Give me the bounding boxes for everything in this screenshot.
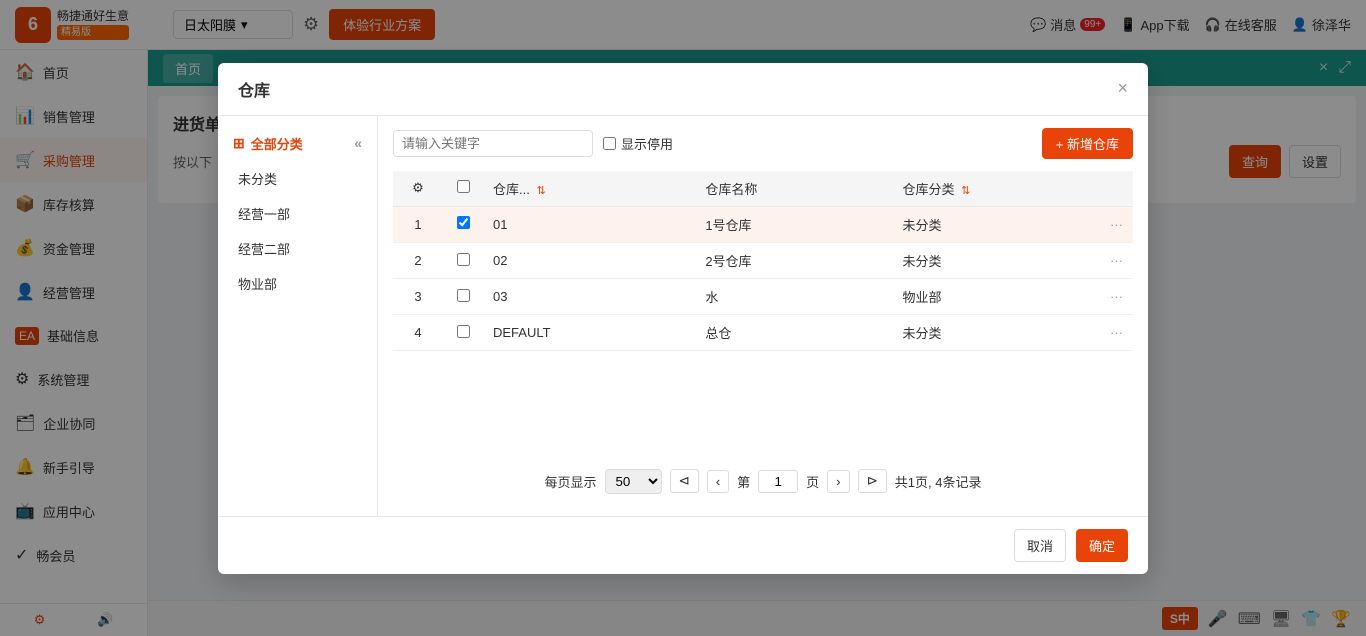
category-item-op2[interactable]: 经营二部 <box>218 231 377 266</box>
row-category: 物业部 ··· <box>892 279 1133 315</box>
row-index: 2 <box>393 243 443 279</box>
row-actions[interactable]: ··· <box>1110 217 1123 232</box>
row-code: DEFAULT <box>483 315 695 351</box>
prev-page-button[interactable]: ‹ <box>707 470 729 493</box>
category-sidebar: ⊞ 全部分类 « 未分类 经营一部 经营二部 物业部 <box>218 116 378 516</box>
category-item-property[interactable]: 物业部 <box>218 266 377 301</box>
next-page-button[interactable]: › <box>827 470 849 493</box>
sort-category-icon: ⇅ <box>961 185 970 197</box>
row-code: 01 <box>483 206 695 243</box>
row-checkbox[interactable] <box>443 279 483 315</box>
col-checkbox <box>443 171 483 207</box>
row-checkbox-input[interactable] <box>457 253 470 266</box>
modal-footer: 取消 确定 <box>218 516 1148 574</box>
row-index: 4 <box>393 315 443 351</box>
row-actions[interactable]: ··· <box>1110 325 1123 340</box>
category-item-op1[interactable]: 经营一部 <box>218 196 377 231</box>
table-row[interactable]: 4 DEFAULT 总仓 未分类 ··· <box>393 315 1133 351</box>
warehouse-table: ⚙ 仓库... ⇅ 仓库名称 <box>393 171 1133 352</box>
table-row[interactable]: 2 02 2号仓库 未分类 ··· <box>393 243 1133 279</box>
search-input[interactable] <box>394 131 586 156</box>
row-name: 水 <box>695 279 892 315</box>
row-checkbox[interactable] <box>443 243 483 279</box>
confirm-button[interactable]: 确定 <box>1076 529 1128 562</box>
table-toolbar: 🔍 显示停用 + 新增仓库 <box>393 128 1133 159</box>
collapse-icon[interactable]: « <box>354 135 362 151</box>
table-area: 🔍 显示停用 + 新增仓库 ⚙ <box>378 116 1148 516</box>
pagination: 每页显示 50 100 200 ⊲ ‹ 第 页 › ⊳ 共1页, 4条记录 <box>393 459 1133 504</box>
row-category: 未分类 ··· <box>892 243 1133 279</box>
select-all-checkbox[interactable] <box>457 180 470 193</box>
all-categories-item[interactable]: ⊞ 全部分类 « <box>218 126 377 161</box>
row-checkbox[interactable] <box>443 315 483 351</box>
row-code: 02 <box>483 243 695 279</box>
add-warehouse-button[interactable]: + 新增仓库 <box>1042 128 1133 159</box>
row-code: 03 <box>483 279 695 315</box>
show-disabled-checkbox-label[interactable]: 显示停用 <box>603 134 673 153</box>
table-row[interactable]: 3 03 水 物业部 ··· <box>393 279 1133 315</box>
first-page-button[interactable]: ⊲ <box>670 469 699 493</box>
modal-header: 仓库 × <box>218 63 1148 116</box>
table-row[interactable]: 1 01 1号仓库 未分类 ··· <box>393 206 1133 243</box>
row-index: 3 <box>393 279 443 315</box>
modal-overlay: 仓库 × ⊞ 全部分类 « 未分类 经营一部 经营二部 <box>0 0 1366 636</box>
row-checkbox-input[interactable] <box>457 216 470 229</box>
row-actions[interactable]: ··· <box>1110 289 1123 304</box>
page-label: 第 <box>737 472 750 491</box>
settings-col-icon[interactable]: ⚙ <box>412 180 424 195</box>
modal-body: ⊞ 全部分类 « 未分类 经营一部 经营二部 物业部 <box>218 116 1148 516</box>
row-name: 1号仓库 <box>695 206 892 243</box>
row-category: 未分类 ··· <box>892 207 1133 243</box>
search-box: 🔍 <box>393 130 593 157</box>
grid-icon: ⊞ <box>233 135 245 152</box>
col-category[interactable]: 仓库分类 ⇅ <box>892 171 1133 207</box>
row-name: 2号仓库 <box>695 243 892 279</box>
last-page-button[interactable]: ⊳ <box>858 469 887 493</box>
search-icon[interactable]: 🔍 <box>586 135 593 151</box>
page-unit: 页 <box>806 472 819 491</box>
row-actions[interactable]: ··· <box>1110 253 1123 268</box>
warehouse-modal: 仓库 × ⊞ 全部分类 « 未分类 经营一部 经营二部 <box>218 63 1148 574</box>
sort-code-icon: ⇅ <box>536 185 545 197</box>
row-checkbox-input[interactable] <box>457 325 470 338</box>
row-category: 未分类 ··· <box>892 315 1133 351</box>
row-checkbox[interactable] <box>443 206 483 243</box>
col-index: ⚙ <box>393 171 443 207</box>
row-checkbox-input[interactable] <box>457 289 470 302</box>
col-code[interactable]: 仓库... ⇅ <box>483 171 695 207</box>
modal-close-button[interactable]: × <box>1117 78 1128 99</box>
show-disabled-checkbox[interactable] <box>603 137 616 150</box>
page-number-input[interactable] <box>758 470 798 493</box>
row-name: 总仓 <box>695 315 892 351</box>
col-name: 仓库名称 <box>695 171 892 207</box>
per-page-select[interactable]: 50 100 200 <box>605 469 662 494</box>
row-index: 1 <box>393 206 443 243</box>
cancel-button[interactable]: 取消 <box>1014 529 1066 562</box>
category-item-none[interactable]: 未分类 <box>218 161 377 196</box>
modal-title: 仓库 <box>238 77 270 101</box>
total-records: 共1页, 4条记录 <box>895 472 982 491</box>
